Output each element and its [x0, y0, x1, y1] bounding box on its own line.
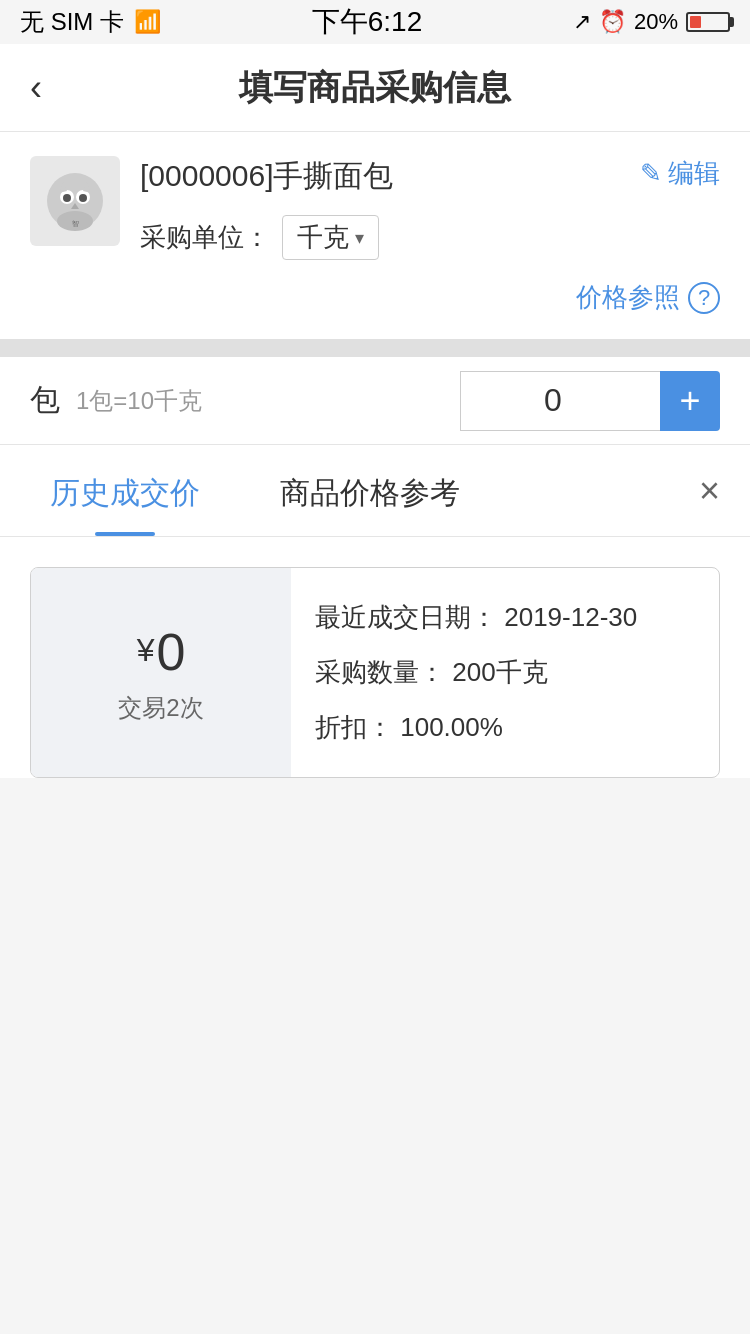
- svg-text:智: 智: [72, 220, 79, 227]
- status-time: 下午6:12: [312, 3, 423, 41]
- product-header: 智 [0000006]手撕面包 采购单位： 千克 ▾ ✎ 编辑: [30, 156, 720, 260]
- tab-history-price[interactable]: 历史成交价: [30, 445, 220, 536]
- tab-product-price-label: 商品价格参考: [280, 476, 460, 509]
- history-trades-label: 交易2次: [118, 692, 203, 724]
- quantity-row: 包 1包=10千克 +: [0, 357, 750, 445]
- discount-value: 100.00%: [400, 712, 503, 742]
- history-left-panel: ¥ 0 交易2次: [31, 568, 291, 777]
- price-value: 0: [156, 622, 185, 682]
- product-info: [0000006]手撕面包 采购单位： 千克 ▾: [140, 156, 393, 260]
- price-symbol: ¥: [137, 632, 155, 669]
- chevron-down-icon: ▾: [355, 227, 364, 249]
- history-price: ¥ 0: [137, 622, 186, 682]
- product-name: [0000006]手撕面包: [140, 156, 393, 197]
- page-title: 填写商品采购信息: [239, 65, 511, 111]
- product-left: 智 [0000006]手撕面包 采购单位： 千克 ▾: [30, 156, 393, 260]
- qty-right: +: [460, 371, 720, 431]
- edit-icon: ✎: [640, 158, 662, 189]
- unit-select-button[interactable]: 千克 ▾: [282, 215, 379, 260]
- carrier-label: 无 SIM 卡: [20, 6, 124, 38]
- status-left: 无 SIM 卡 📶: [20, 6, 161, 38]
- price-ref-label: 价格参照: [576, 280, 680, 315]
- unit-value: 千克: [297, 220, 349, 255]
- history-discount-row: 折扣： 100.00%: [315, 708, 695, 747]
- recent-date-value: 2019-12-30: [504, 602, 637, 632]
- edit-button[interactable]: ✎ 编辑: [640, 156, 720, 191]
- status-right: ↗ ⏰ 20%: [573, 9, 730, 35]
- product-right-actions: ✎ 编辑: [640, 156, 720, 191]
- svg-point-4: [79, 194, 87, 202]
- svg-point-3: [63, 194, 71, 202]
- edit-label: 编辑: [668, 156, 720, 191]
- wifi-icon: 📶: [134, 9, 161, 35]
- tab-close-button[interactable]: ×: [699, 470, 720, 512]
- alarm-icon: ⏰: [599, 9, 626, 35]
- tabs-section: 历史成交价 商品价格参考 × ¥ 0 交易2次 最近成交日期： 2019-12-…: [0, 445, 750, 778]
- location-icon: ↗: [573, 9, 591, 35]
- tab-history-label: 历史成交价: [50, 476, 200, 509]
- qty-plus-button[interactable]: +: [660, 371, 720, 431]
- product-thumbnail: 智: [30, 156, 120, 246]
- unit-label: 采购单位：: [140, 220, 270, 255]
- battery-percent: 20%: [634, 9, 678, 35]
- price-ref-button[interactable]: 价格参照 ?: [576, 280, 720, 315]
- qty-left: 包 1包=10千克: [30, 380, 202, 421]
- section-divider: [0, 339, 750, 357]
- battery-fill: [690, 16, 701, 28]
- history-right-panel: 最近成交日期： 2019-12-30 采购数量： 200千克 折扣： 100.0…: [291, 568, 719, 777]
- product-unit-row: 采购单位： 千克 ▾: [140, 215, 393, 260]
- back-button[interactable]: ‹: [30, 67, 42, 109]
- discount-label: 折扣：: [315, 712, 393, 742]
- owl-logo-icon: 智: [45, 171, 105, 231]
- qty-unit-label: 包: [30, 380, 60, 421]
- status-bar: 无 SIM 卡 📶 下午6:12 ↗ ⏰ 20%: [0, 0, 750, 44]
- tabs-header: 历史成交价 商品价格参考 ×: [0, 445, 750, 537]
- question-icon[interactable]: ?: [688, 282, 720, 314]
- recent-date-label: 最近成交日期：: [315, 602, 497, 632]
- tab-product-price-ref[interactable]: 商品价格参考: [260, 445, 480, 536]
- quantity-label: 采购数量：: [315, 657, 445, 687]
- product-footer-row: 价格参照 ?: [30, 280, 720, 315]
- history-card: ¥ 0 交易2次 最近成交日期： 2019-12-30 采购数量： 200千克 …: [30, 567, 720, 778]
- history-recent-date-row: 最近成交日期： 2019-12-30: [315, 598, 695, 637]
- product-card: 智 [0000006]手撕面包 采购单位： 千克 ▾ ✎ 编辑: [0, 132, 750, 339]
- battery-bar: [686, 12, 730, 32]
- qty-input[interactable]: [460, 371, 660, 431]
- main-content-area: [0, 808, 750, 1334]
- history-quantity-row: 采购数量： 200千克: [315, 653, 695, 692]
- nav-bar: ‹ 填写商品采购信息: [0, 44, 750, 132]
- qty-unit-hint: 1包=10千克: [76, 385, 202, 417]
- quantity-value: 200千克: [452, 657, 547, 687]
